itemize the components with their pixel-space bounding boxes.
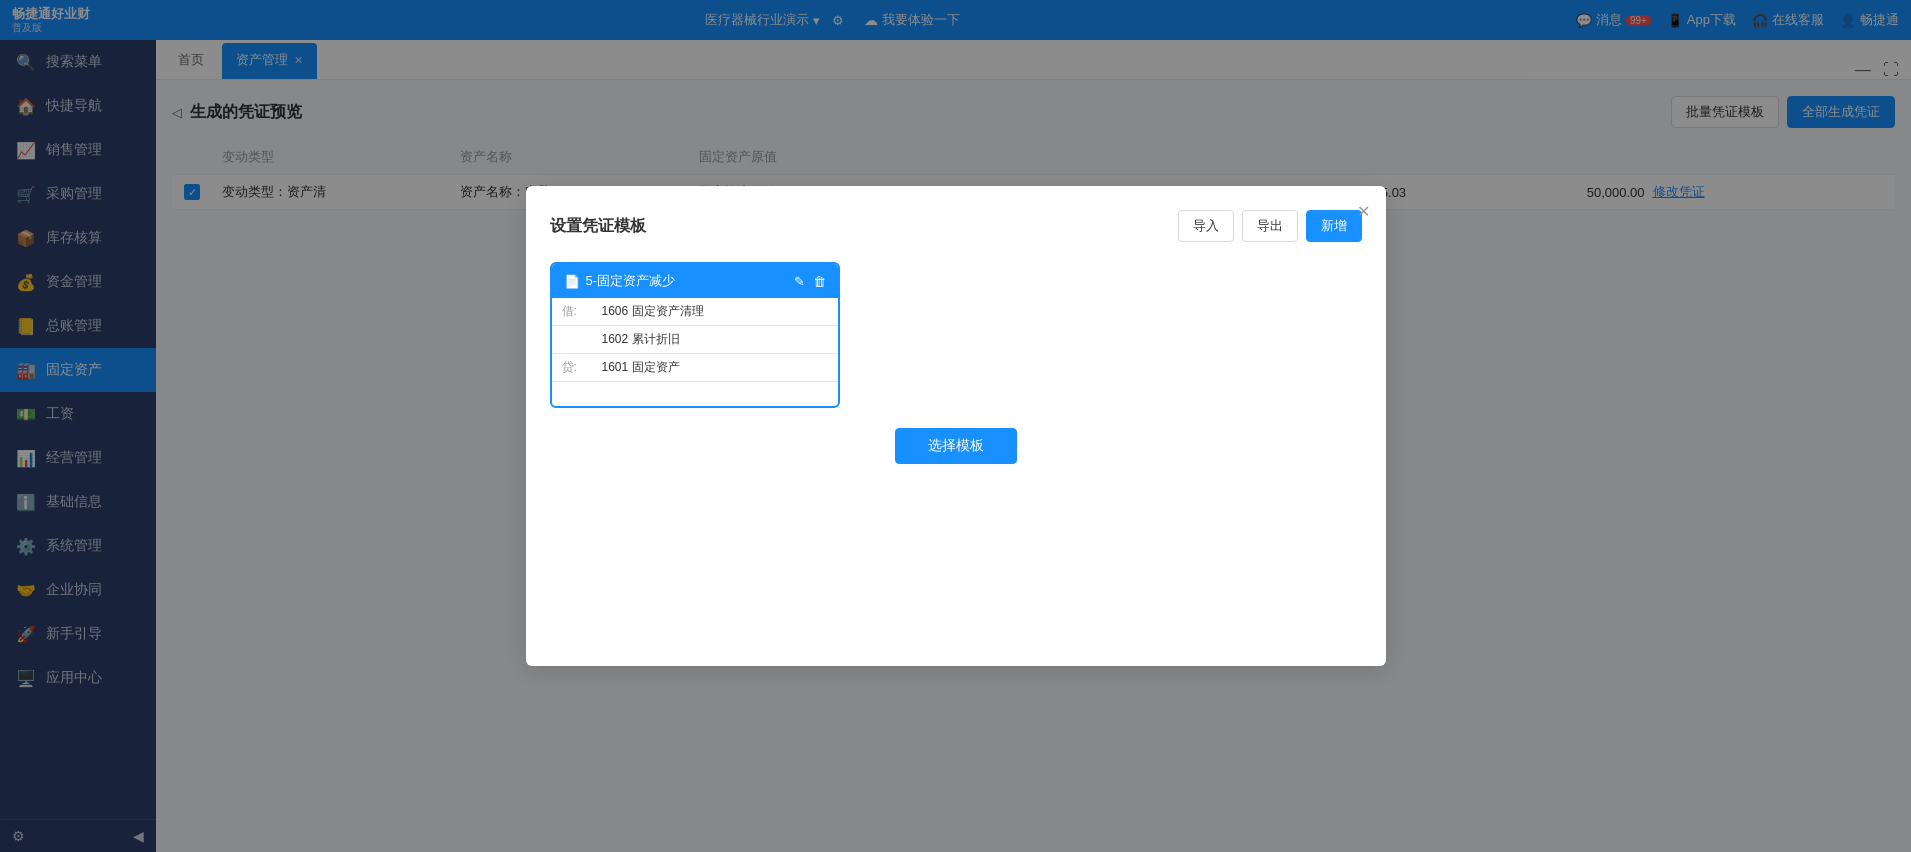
entry-type-cell <box>552 326 592 354</box>
modal-header-actions: 导入 导出 新增 <box>1178 210 1362 242</box>
select-template-button[interactable]: 选择模板 <box>895 428 1017 464</box>
app-container: 畅捷通好业财 普及版 医疗器械行业演示 ▾ ⚙ ☁ 我要体验一下 💬 消息 99… <box>0 0 1911 852</box>
amount-col2 <box>778 326 838 354</box>
amount-col1 <box>718 326 778 354</box>
entry-type-cell: 借: <box>552 298 592 326</box>
template-card-actions: ✎ 🗑 <box>794 274 826 289</box>
template-card-title-group: 📄 5-固定资产减少 <box>564 272 676 290</box>
delete-template-icon[interactable]: 🗑 <box>813 274 826 289</box>
select-template-section: 选择模板 <box>550 428 1362 464</box>
new-template-button[interactable]: 新增 <box>1306 210 1362 242</box>
template-table-row-empty <box>552 382 838 406</box>
amount-col2 <box>778 354 838 382</box>
template-card-header: 📄 5-固定资产减少 ✎ 🗑 <box>552 264 838 298</box>
amount-col2 <box>778 298 838 326</box>
amount-col1 <box>718 354 778 382</box>
template-card-name: 5-固定资产减少 <box>586 272 676 290</box>
import-button[interactable]: 导入 <box>1178 210 1234 242</box>
edit-template-icon[interactable]: ✎ <box>794 274 805 289</box>
account-code-cell: 1602 累计折旧 <box>592 326 718 354</box>
modal-header: 设置凭证模板 导入 导出 新增 ✕ <box>550 210 1362 242</box>
template-table-row: 借: 1606 固定资产清理 <box>552 298 838 326</box>
template-area: 📄 5-固定资产减少 ✎ 🗑 <box>550 262 1362 408</box>
page-content: ◁ 生成的凭证预览 批量凭证模板 全部生成凭证 变动类型 资产名称 固定资产原值 <box>156 80 1911 852</box>
export-button[interactable]: 导出 <box>1242 210 1298 242</box>
template-doc-icon: 📄 <box>564 274 580 289</box>
account-code-cell: 1606 固定资产清理 <box>592 298 718 326</box>
main-layout: 🔍 搜索菜单 🏠 快捷导航 📈 销售管理 🛒 采购管理 📦 库存核 <box>0 40 1911 852</box>
template-table-row: 贷: 1601 固定资产 <box>552 354 838 382</box>
modal-title: 设置凭证模板 <box>550 216 646 237</box>
entry-type-cell: 贷: <box>552 354 592 382</box>
account-code-cell: 1601 固定资产 <box>592 354 718 382</box>
modal-backdrop: 设置凭证模板 导入 导出 新增 ✕ <box>156 80 1911 852</box>
amount-col1 <box>718 298 778 326</box>
modal: 设置凭证模板 导入 导出 新增 ✕ <box>526 186 1386 666</box>
template-table-row: 1602 累计折旧 <box>552 326 838 354</box>
content-area: 首页 资产管理 ✕ — ⛶ ◁ 生成的凭证预览 <box>156 40 1911 852</box>
modal-close-button[interactable]: ✕ <box>1357 202 1370 221</box>
template-card: 📄 5-固定资产减少 ✎ 🗑 <box>550 262 840 408</box>
template-table: 借: 1606 固定资产清理 1602 累计折旧 <box>552 298 838 406</box>
